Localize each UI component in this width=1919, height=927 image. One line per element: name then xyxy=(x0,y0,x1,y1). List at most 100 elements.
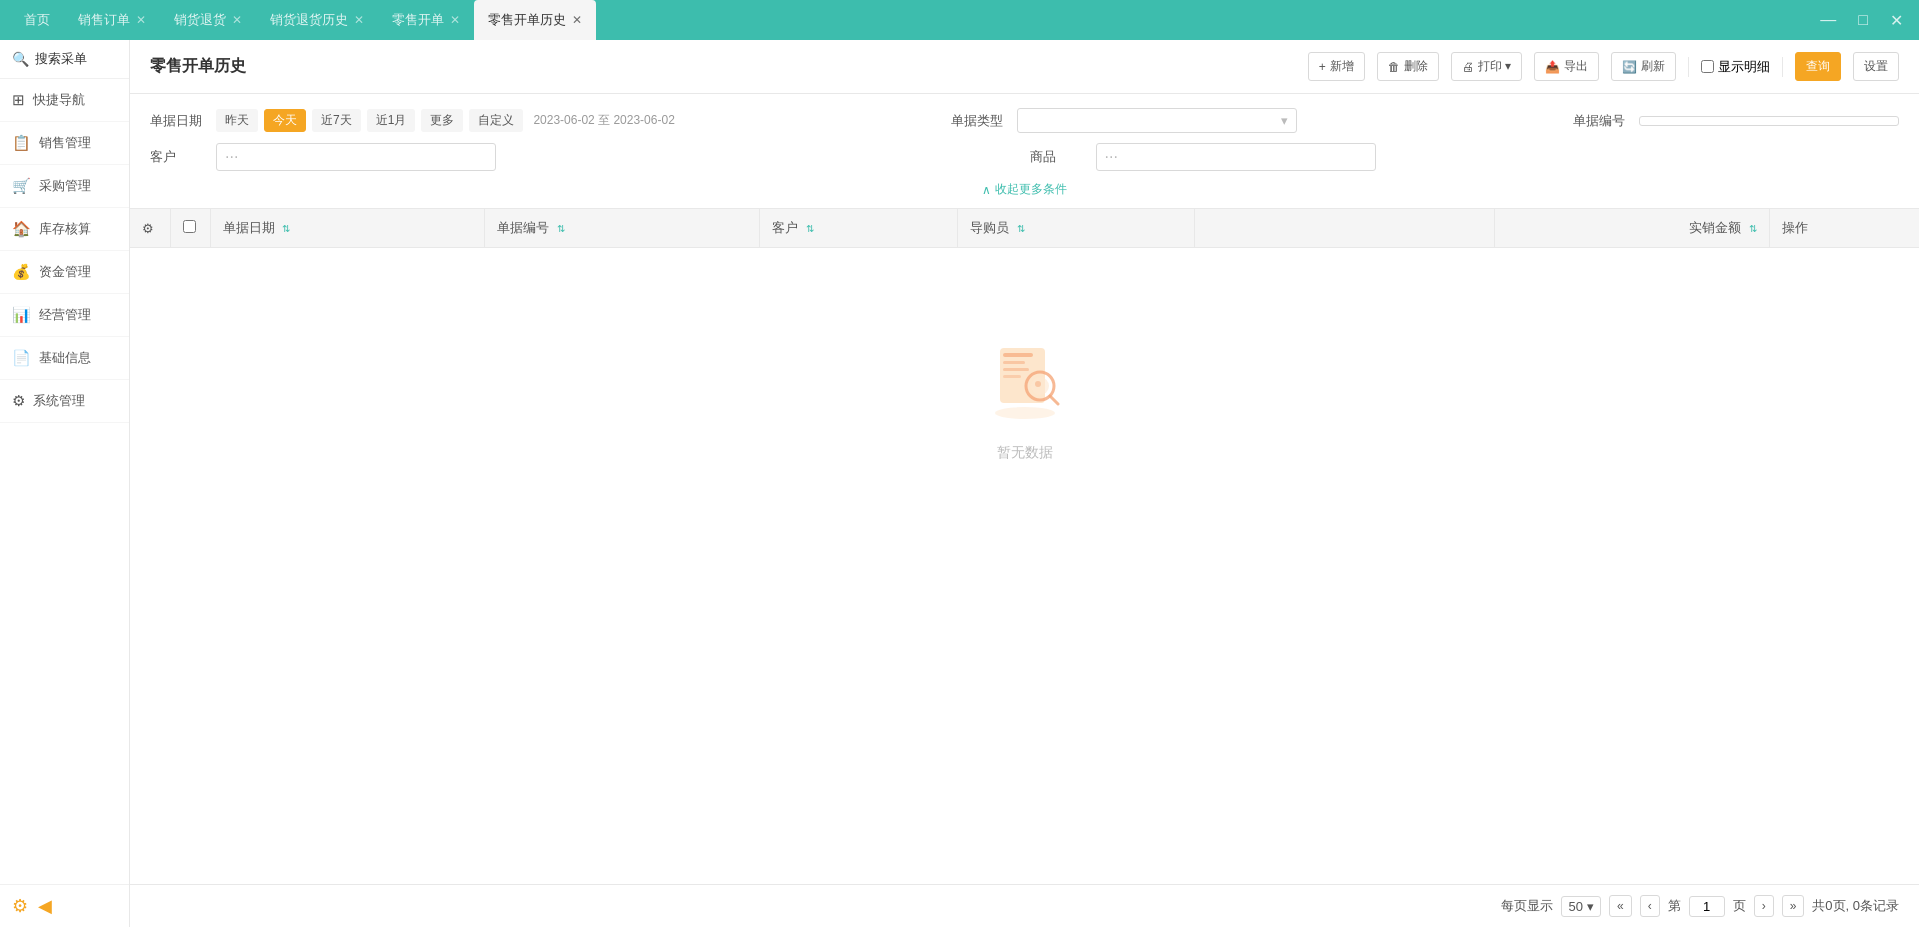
sidebar-bottom: ⚙ ◀ xyxy=(0,884,129,927)
select-all-checkbox[interactable] xyxy=(183,220,196,233)
tab-retail-history[interactable]: 零售开单历史 ✕ xyxy=(474,0,596,40)
sidebar-item-basic-info[interactable]: 📄 基础信息 xyxy=(0,337,129,380)
tab-home-label: 首页 xyxy=(24,11,50,29)
tab-sales-return[interactable]: 销货退货 ✕ xyxy=(160,0,256,40)
page-first-btn[interactable]: « xyxy=(1609,895,1632,917)
tab-sales-return-history[interactable]: 销货退货历史 ✕ xyxy=(256,0,378,40)
th-date-sort-icon: ⇅ xyxy=(282,223,290,234)
tab-retail-open-close[interactable]: ✕ xyxy=(450,13,460,27)
window-close-btn[interactable]: ✕ xyxy=(1884,9,1909,32)
tab-retail-history-label: 零售开单历史 xyxy=(488,11,566,29)
page-header: 零售开单历史 + 新增 🗑 删除 🖨 打印 ▾ 📤 导出 xyxy=(130,40,1919,94)
display-detail-checkbox[interactable] xyxy=(1701,60,1714,73)
window-minimize-btn[interactable]: — xyxy=(1814,9,1842,31)
doc-no-input[interactable] xyxy=(1639,116,1899,126)
basic-info-icon: 📄 xyxy=(12,349,31,367)
print-button[interactable]: 🖨 打印 ▾ xyxy=(1451,52,1522,81)
query-button[interactable]: 查询 xyxy=(1795,52,1841,81)
th-amount-label: 实销金额 xyxy=(1689,220,1741,235)
tab-sales-order-close[interactable]: ✕ xyxy=(136,13,146,27)
customer-input[interactable]: ··· xyxy=(216,143,496,171)
date-btn-7days[interactable]: 近7天 xyxy=(312,109,361,132)
sidebar-item-finance[interactable]: 💰 资金管理 xyxy=(0,251,129,294)
th-doc-no[interactable]: 单据编号 ⇅ xyxy=(485,209,760,248)
sidebar-item-sales-mgmt-label: 销售管理 xyxy=(39,134,91,152)
pagination-bar: 每页显示 50 ▾ « ‹ 第 页 › » 共0页, 0条记录 xyxy=(130,884,1919,927)
sidebar-item-sales-mgmt[interactable]: 📋 销售管理 xyxy=(0,122,129,165)
tab-home[interactable]: 首页 xyxy=(10,0,64,40)
finance-icon: 💰 xyxy=(12,263,31,281)
filter-row-2: 客户 ··· 商品 ··· xyxy=(150,143,1899,171)
tab-sales-return-close[interactable]: ✕ xyxy=(232,13,242,27)
page-number-input[interactable] xyxy=(1689,896,1725,917)
th-doc-no-label: 单据编号 xyxy=(497,220,549,235)
collapse-more-btn[interactable]: ∧ 收起更多条件 xyxy=(150,181,1899,198)
sys-mgmt-icon: ⚙ xyxy=(12,392,25,410)
page-size-select[interactable]: 50 ▾ xyxy=(1561,896,1600,917)
date-btn-1month[interactable]: 近1月 xyxy=(367,109,416,132)
collapse-up-icon: ∧ xyxy=(982,183,991,197)
th-guide[interactable]: 导购员 ⇅ xyxy=(958,209,1194,248)
filter-area: 单据日期 昨天 今天 近7天 近1月 更多 自定义 2023-06-02 至 2… xyxy=(130,94,1919,209)
page-next-btn[interactable]: › xyxy=(1754,895,1774,917)
empty-state-cell: 暂无数据 xyxy=(130,248,1919,543)
window-controls: — □ ✕ xyxy=(1814,9,1909,32)
date-btn-today[interactable]: 今天 xyxy=(264,109,306,132)
tab-retail-open[interactable]: 零售开单 ✕ xyxy=(378,0,474,40)
svg-rect-5 xyxy=(1003,375,1021,378)
goods-input[interactable]: ··· xyxy=(1096,143,1376,171)
th-customer-sort-icon: ⇅ xyxy=(806,223,814,234)
th-checkbox[interactable] xyxy=(170,209,210,248)
th-spacer xyxy=(1194,209,1494,248)
sidebar-item-sys-mgmt[interactable]: ⚙ 系统管理 xyxy=(0,380,129,423)
sidebar-settings-btn[interactable]: ⚙ xyxy=(12,895,28,917)
sidebar-item-purchase-mgmt[interactable]: 🛒 采购管理 xyxy=(0,165,129,208)
date-btn-custom[interactable]: 自定义 xyxy=(469,109,523,132)
search-icon: 🔍 xyxy=(12,51,29,67)
add-label: 新增 xyxy=(1330,58,1354,75)
data-table: ⚙ 单据日期 ⇅ 单据编号 ⇅ 客户 xyxy=(130,209,1919,542)
delete-button[interactable]: 🗑 删除 xyxy=(1377,52,1439,81)
add-button[interactable]: + 新增 xyxy=(1308,52,1365,81)
th-date[interactable]: 单据日期 ⇅ xyxy=(210,209,485,248)
svg-rect-3 xyxy=(1003,361,1025,364)
delete-label: 删除 xyxy=(1404,58,1428,75)
add-icon: + xyxy=(1319,60,1326,74)
doc-type-arrow-icon: ▾ xyxy=(1281,113,1288,128)
tab-sales-return-history-close[interactable]: ✕ xyxy=(354,13,364,27)
sidebar-item-quick-nav[interactable]: ⊞ 快捷导航 xyxy=(0,79,129,122)
tab-sales-order[interactable]: 销售订单 ✕ xyxy=(64,0,160,40)
sidebar-item-operations-label: 经营管理 xyxy=(39,306,91,324)
sidebar-search-label: 搜索采单 xyxy=(35,50,87,68)
sidebar-item-inventory[interactable]: 🏠 库存核算 xyxy=(0,208,129,251)
toolbar-divider-2 xyxy=(1782,57,1783,77)
refresh-button[interactable]: 🔄 刷新 xyxy=(1611,52,1676,81)
doc-type-select[interactable]: ▾ xyxy=(1017,108,1297,133)
sidebar-item-operations[interactable]: 📊 经营管理 xyxy=(0,294,129,337)
sidebar-search[interactable]: 🔍 搜索采单 xyxy=(0,40,129,79)
page-prev-btn[interactable]: ‹ xyxy=(1640,895,1660,917)
date-btn-more[interactable]: 更多 xyxy=(421,109,463,132)
sidebar-item-basic-info-label: 基础信息 xyxy=(39,349,91,367)
top-tabbar: 首页 销售订单 ✕ 销货退货 ✕ 销货退货历史 ✕ 零售开单 ✕ 零售开单历史 … xyxy=(0,0,1919,40)
export-button[interactable]: 📤 导出 xyxy=(1534,52,1599,81)
export-label: 导出 xyxy=(1564,58,1588,75)
display-detail-checkbox-container[interactable]: 显示明细 xyxy=(1701,58,1770,76)
purchase-mgmt-icon: 🛒 xyxy=(12,177,31,195)
empty-illustration xyxy=(975,328,1075,428)
operations-icon: 📊 xyxy=(12,306,31,324)
window-maximize-btn[interactable]: □ xyxy=(1852,9,1874,31)
tab-retail-history-close[interactable]: ✕ xyxy=(572,13,582,27)
th-amount[interactable]: 实销金额 ⇅ xyxy=(1494,209,1769,248)
page-last-btn[interactable]: » xyxy=(1782,895,1805,917)
th-amount-sort-icon: ⇅ xyxy=(1749,223,1757,234)
delete-icon: 🗑 xyxy=(1388,60,1400,74)
sidebar-collapse-btn[interactable]: ◀ xyxy=(38,895,52,917)
customer-dots: ··· xyxy=(225,148,238,166)
empty-state-row: 暂无数据 xyxy=(130,248,1919,543)
date-btn-yesterday[interactable]: 昨天 xyxy=(216,109,258,132)
settings-button[interactable]: 设置 xyxy=(1853,52,1899,81)
settings-label: 设置 xyxy=(1864,58,1888,75)
th-settings[interactable]: ⚙ xyxy=(130,209,170,248)
th-customer[interactable]: 客户 ⇅ xyxy=(760,209,958,248)
